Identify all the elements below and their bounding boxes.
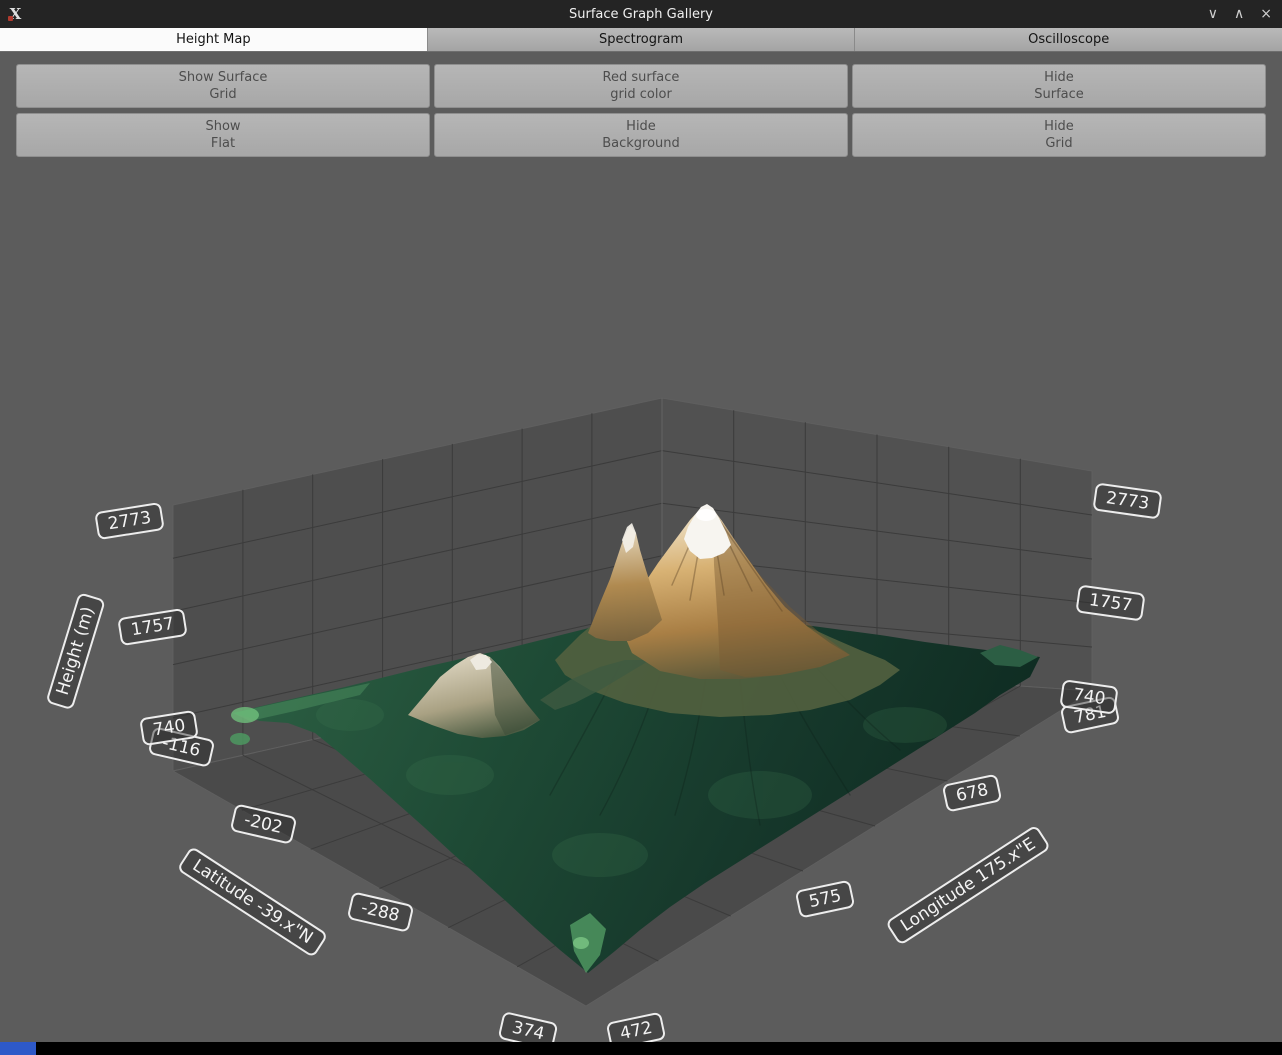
tab-oscilloscope[interactable]: Oscilloscope <box>855 28 1282 51</box>
maximize-button[interactable]: ∧ <box>1234 0 1244 28</box>
button-label: grid color <box>435 86 847 103</box>
taskbar[interactable] <box>0 1042 1282 1055</box>
tab-bar: Height Map Spectrogram Oscilloscope <box>0 28 1282 52</box>
button-label: Background <box>435 135 847 152</box>
button-label: Hide <box>853 118 1265 135</box>
button-label: Grid <box>853 135 1265 152</box>
show-flat-button[interactable]: Show Flat <box>16 113 430 157</box>
button-label: Show Surface <box>17 69 429 86</box>
hide-surface-button[interactable]: Hide Surface <box>852 64 1266 108</box>
button-label: Flat <box>17 135 429 152</box>
show-surface-grid-button[interactable]: Show Surface Grid <box>16 64 430 108</box>
button-label: Hide <box>435 118 847 135</box>
window-controls: ∨ ∧ × <box>1208 0 1272 28</box>
button-label: Surface <box>853 86 1265 103</box>
hide-background-button[interactable]: Hide Background <box>434 113 848 157</box>
taskbar-active-item[interactable] <box>0 1042 36 1055</box>
control-panel: Show Surface Grid Red surface grid color… <box>16 64 1266 157</box>
surface-plot-stage[interactable]: Height (m) 2773 1757 740 -116 -202 -288 … <box>0 155 1282 1055</box>
tab-spectrogram[interactable]: Spectrogram <box>428 28 856 51</box>
button-label: Grid <box>17 86 429 103</box>
button-label: Show <box>17 118 429 135</box>
tab-height-map[interactable]: Height Map <box>0 28 428 51</box>
surface-grid-color-button[interactable]: Red surface grid color <box>434 64 848 108</box>
titlebar[interactable]: X Surface Graph Gallery ∨ ∧ × <box>0 0 1282 28</box>
hide-grid-button[interactable]: Hide Grid <box>852 113 1266 157</box>
window-title: Surface Graph Gallery <box>0 7 1282 22</box>
button-label: Red surface <box>435 69 847 86</box>
shade-button[interactable]: ∨ <box>1208 0 1218 28</box>
close-button[interactable]: × <box>1260 0 1272 28</box>
button-label: Hide <box>853 69 1265 86</box>
